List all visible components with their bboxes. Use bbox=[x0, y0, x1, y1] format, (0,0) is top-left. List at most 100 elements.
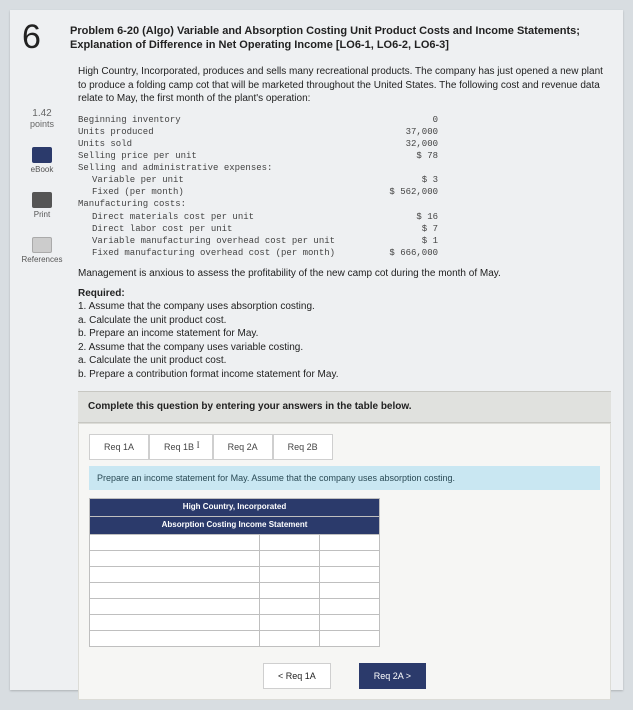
data-label: Selling price per unit bbox=[78, 150, 358, 162]
data-value: $ 7 bbox=[358, 223, 438, 235]
prev-button[interactable]: < Req 1A bbox=[263, 663, 331, 689]
table-row bbox=[90, 551, 380, 567]
tab-req-2b[interactable]: Req 2B bbox=[273, 434, 333, 461]
table-cell[interactable] bbox=[320, 535, 380, 551]
text-cursor-icon bbox=[197, 441, 198, 453]
print-label: Print bbox=[32, 210, 52, 219]
references-icon bbox=[32, 237, 52, 253]
data-row: Variable manufacturing overhead cost per… bbox=[78, 235, 611, 247]
data-label: Units sold bbox=[78, 138, 358, 150]
points-block: 1.42 points bbox=[30, 108, 54, 129]
required-line: b. Prepare an income statement for May. bbox=[78, 327, 611, 341]
data-block: Beginning inventory0Units produced37,000… bbox=[78, 114, 611, 260]
table-cell[interactable] bbox=[260, 615, 320, 631]
tab-req-2a[interactable]: Req 2A bbox=[213, 434, 273, 461]
required-line: a. Calculate the unit product cost. bbox=[78, 314, 611, 328]
data-row: Fixed manufacturing overhead cost (per m… bbox=[78, 247, 611, 259]
book-icon bbox=[32, 147, 52, 163]
data-label: Fixed (per month) bbox=[78, 186, 358, 198]
data-value: 0 bbox=[358, 114, 438, 126]
data-label: Beginning inventory bbox=[78, 114, 358, 126]
data-label: Fixed manufacturing overhead cost (per m… bbox=[78, 247, 358, 259]
table-row bbox=[90, 567, 380, 583]
left-sidebar: 1.42 points eBook Print References bbox=[18, 108, 66, 264]
data-row: Direct labor cost per unit$ 7 bbox=[78, 223, 611, 235]
income-statement-table: High Country, Incorporated Absorption Co… bbox=[89, 498, 380, 647]
data-value bbox=[358, 162, 438, 174]
management-text: Management is anxious to assess the prof… bbox=[78, 267, 611, 281]
data-label: Variable per unit bbox=[78, 174, 358, 186]
table-cell[interactable] bbox=[90, 567, 260, 583]
data-label: Variable manufacturing overhead cost per… bbox=[78, 235, 358, 247]
sidebar-item-ebook[interactable]: eBook bbox=[31, 147, 54, 174]
data-label: Direct materials cost per unit bbox=[78, 211, 358, 223]
main-content: High Country, Incorporated, produces and… bbox=[78, 65, 611, 700]
table-row bbox=[90, 631, 380, 647]
table-cell[interactable] bbox=[260, 567, 320, 583]
table-cell[interactable] bbox=[260, 535, 320, 551]
complete-instruction-bar: Complete this question by entering your … bbox=[78, 391, 611, 423]
data-row: Selling price per unit$ 78 bbox=[78, 150, 611, 162]
tab-req-1a[interactable]: Req 1A bbox=[89, 434, 149, 461]
data-label: Manufacturing costs: bbox=[78, 198, 358, 210]
required-line: b. Prepare a contribution format income … bbox=[78, 368, 611, 382]
references-label: References bbox=[22, 255, 63, 264]
sidebar-item-references[interactable]: References bbox=[22, 237, 63, 264]
table-cell[interactable] bbox=[260, 599, 320, 615]
points-value: 1.42 bbox=[30, 108, 54, 119]
data-value: $ 78 bbox=[358, 150, 438, 162]
ebook-label: eBook bbox=[31, 165, 54, 174]
next-button[interactable]: Req 2A > bbox=[359, 663, 426, 689]
table-cell[interactable] bbox=[260, 551, 320, 567]
table-row bbox=[90, 615, 380, 631]
data-label: Units produced bbox=[78, 126, 358, 138]
intro-text: High Country, Incorporated, produces and… bbox=[78, 65, 611, 106]
data-value: 37,000 bbox=[358, 126, 438, 138]
table-cell[interactable] bbox=[90, 583, 260, 599]
required-line: 2. Assume that the company uses variable… bbox=[78, 341, 611, 355]
required-heading: Required: bbox=[78, 287, 611, 301]
data-value: $ 16 bbox=[358, 211, 438, 223]
data-row: Fixed (per month)$ 562,000 bbox=[78, 186, 611, 198]
table-cell[interactable] bbox=[320, 583, 380, 599]
problem-title: Problem 6-20 (Algo) Variable and Absorpt… bbox=[70, 24, 611, 53]
question-number: 6 bbox=[22, 18, 70, 57]
data-value: $ 562,000 bbox=[358, 186, 438, 198]
data-value bbox=[358, 198, 438, 210]
print-icon bbox=[32, 192, 52, 208]
table-cell[interactable] bbox=[260, 631, 320, 647]
table-row bbox=[90, 535, 380, 551]
data-value: 32,000 bbox=[358, 138, 438, 150]
table-row bbox=[90, 583, 380, 599]
table-cell[interactable] bbox=[90, 599, 260, 615]
table-cell[interactable] bbox=[320, 631, 380, 647]
table-cell[interactable] bbox=[320, 567, 380, 583]
data-row: Manufacturing costs: bbox=[78, 198, 611, 210]
tab-row: Req 1A Req 1B Req 2A Req 2B bbox=[89, 434, 600, 461]
data-label: Direct labor cost per unit bbox=[78, 223, 358, 235]
data-row: Beginning inventory0 bbox=[78, 114, 611, 126]
required-line: 1. Assume that the company uses absorpti… bbox=[78, 300, 611, 314]
required-list: 1. Assume that the company uses absorpti… bbox=[78, 300, 611, 381]
tab-instruction: Prepare an income statement for May. Ass… bbox=[89, 466, 600, 490]
data-label: Selling and administrative expenses: bbox=[78, 162, 358, 174]
tab-req-1b[interactable]: Req 1B bbox=[149, 434, 213, 461]
data-value: $ 666,000 bbox=[358, 247, 438, 259]
data-row: Variable per unit$ 3 bbox=[78, 174, 611, 186]
tab-req-1b-label: Req 1B bbox=[164, 442, 194, 452]
table-row bbox=[90, 599, 380, 615]
table-cell[interactable] bbox=[90, 615, 260, 631]
points-label: points bbox=[30, 119, 54, 129]
data-row: Selling and administrative expenses: bbox=[78, 162, 611, 174]
table-cell[interactable] bbox=[90, 631, 260, 647]
table-cell[interactable] bbox=[90, 535, 260, 551]
table-cell[interactable] bbox=[320, 551, 380, 567]
table-cell[interactable] bbox=[320, 599, 380, 615]
data-row: Units sold32,000 bbox=[78, 138, 611, 150]
table-statement-header: Absorption Costing Income Statement bbox=[90, 517, 380, 535]
sidebar-item-print[interactable]: Print bbox=[32, 192, 52, 219]
required-line: a. Calculate the unit product cost. bbox=[78, 354, 611, 368]
table-cell[interactable] bbox=[320, 615, 380, 631]
table-cell[interactable] bbox=[260, 583, 320, 599]
table-cell[interactable] bbox=[90, 551, 260, 567]
